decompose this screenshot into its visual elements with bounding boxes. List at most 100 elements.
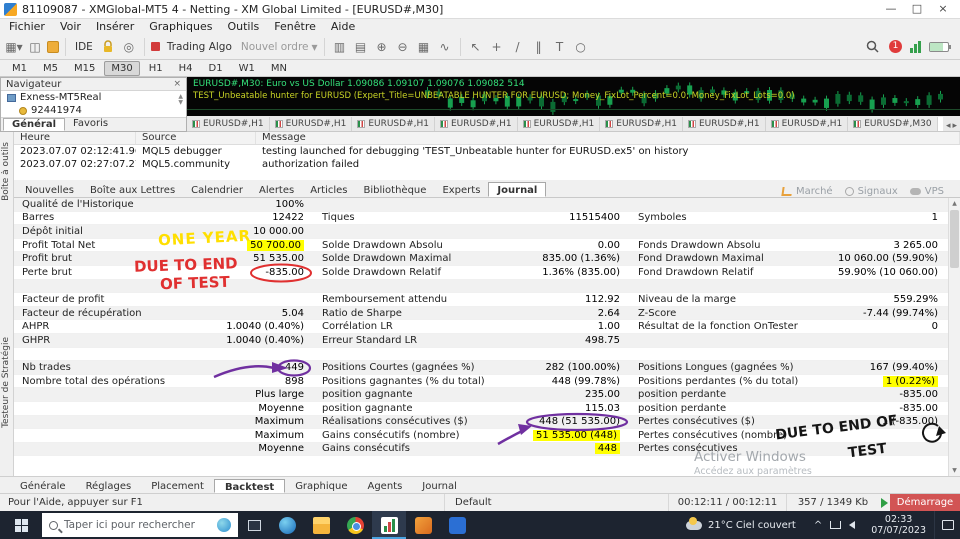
crosshair-icon[interactable]: + (488, 38, 506, 56)
new-order-button[interactable]: Nouvel ordre ▾ (238, 38, 318, 56)
scroll-left-icon[interactable]: ◂ (946, 121, 951, 131)
cascade-windows-icon[interactable]: ▤ (352, 38, 370, 56)
scroll-down-icon[interactable]: ▼ (949, 467, 960, 474)
strategy-tester-side-tab[interactable]: Testeur de Stratégie (1, 337, 11, 428)
chart-window-icon[interactable]: ◫ (26, 38, 44, 56)
chart-tab[interactable]: EURUSD#,H1 (352, 117, 435, 131)
tester-tab[interactable]: Backtest (213, 479, 286, 493)
toolbox-tab[interactable]: Articles (302, 183, 355, 197)
action-center-button[interactable] (934, 511, 960, 539)
toolbox-tab[interactable]: Calendrier (183, 183, 251, 197)
chart-area[interactable]: EURUSD#,M30: Euro vs US Dollar 1.09086 1… (187, 77, 960, 116)
timeframe-mn[interactable]: MN (264, 61, 294, 76)
menu-item[interactable]: Insérer (96, 20, 134, 33)
lock-icon[interactable] (99, 38, 117, 56)
tester-tab[interactable]: Réglages (76, 479, 142, 493)
ide-button[interactable]: IDE (72, 41, 96, 53)
text-tool-icon[interactable]: T (551, 38, 569, 56)
toolbox-tab[interactable]: Journal (488, 182, 547, 197)
new-chart-icon[interactable]: ▦▾ (5, 38, 23, 56)
chart-tab[interactable]: EURUSD#,H1 (270, 117, 353, 131)
minimize-button[interactable]: — (878, 1, 904, 18)
toolbox-tab[interactable]: Alertes (251, 183, 302, 197)
volume-icon[interactable] (849, 521, 856, 529)
start-button[interactable] (0, 511, 42, 539)
scroll-up-icon[interactable]: ▲ (949, 200, 960, 207)
maximize-button[interactable]: □ (904, 1, 930, 18)
report-scrollbar[interactable]: ▲ ▼ (948, 198, 960, 476)
menu-item[interactable]: Fichier (9, 20, 45, 33)
timeframe-m15[interactable]: M15 (67, 61, 102, 76)
algo-trading-button[interactable]: Trading Algo (150, 38, 235, 56)
taskbar-search[interactable]: Taper ici pour rechercher (42, 513, 238, 537)
taskbar-clock[interactable]: 02:33 07/07/2023 (863, 514, 934, 536)
chart-tab[interactable]: EURUSD#,H1 (683, 117, 766, 131)
zoom-in-icon[interactable]: ⊕ (373, 38, 391, 56)
tester-tab[interactable]: Générale (10, 479, 76, 493)
chrome-button[interactable] (338, 511, 372, 539)
menu-item[interactable]: Voir (60, 20, 81, 33)
task-view-button[interactable] (238, 511, 270, 539)
channel-icon[interactable]: ‖ (530, 38, 548, 56)
chart-tab[interactable]: EURUSD#,H1 (766, 117, 849, 131)
link-charts-icon[interactable]: ◎ (120, 38, 138, 56)
start-test-button[interactable]: Démarrage (890, 494, 960, 511)
journal-row[interactable]: 2023.07.07 02:12:41.969 MQL5 debugger test… (14, 145, 960, 158)
navigator-tab[interactable]: Général (3, 118, 65, 131)
cursor-icon[interactable]: ↖ (467, 38, 485, 56)
tester-tab[interactable]: Graphique (285, 479, 357, 493)
market-button[interactable]: Marché (781, 186, 833, 197)
scrollbar-thumb[interactable] (950, 210, 959, 268)
profiles-icon[interactable] (47, 40, 59, 53)
close-button[interactable]: × (930, 1, 956, 18)
tester-tab[interactable]: Placement (141, 479, 214, 493)
timeframe-d1[interactable]: D1 (202, 61, 230, 76)
profile-selector[interactable]: Default (445, 494, 669, 511)
toolbox-tab[interactable]: Experts (434, 183, 488, 197)
network-icon[interactable] (830, 521, 842, 529)
navigator-login-item[interactable]: 92441974 (1, 104, 186, 117)
shapes-icon[interactable]: ○ (572, 38, 590, 56)
timeframe-w1[interactable]: W1 (232, 61, 262, 76)
indicators-icon[interactable]: ∿ (436, 38, 454, 56)
vps-button[interactable]: VPS (909, 186, 944, 197)
search-icon[interactable] (863, 38, 881, 56)
grid-icon[interactable]: ▦ (415, 38, 433, 56)
journal-row[interactable]: 2023.07.07 02:27:07.278 MQL5.community aut… (14, 158, 960, 171)
navigator-close-icon[interactable]: × (173, 79, 181, 89)
navigator-scroll-arrows[interactable]: ▲ ▼ (178, 94, 183, 106)
trendline-icon[interactable]: / (509, 38, 527, 56)
timeframe-h1[interactable]: H1 (142, 61, 170, 76)
timeframe-m1[interactable]: M1 (5, 61, 34, 76)
tray-expand-icon[interactable]: ^ (814, 520, 822, 531)
toolbox-tab[interactable]: Nouvelles (17, 183, 82, 197)
tile-windows-icon[interactable]: ▥ (331, 38, 349, 56)
toolbox-tab[interactable]: Bibliothèque (356, 183, 435, 197)
tester-tab[interactable]: Journal (412, 479, 467, 493)
scroll-right-icon[interactable]: ▸ (952, 121, 957, 131)
navigator-account-item[interactable]: Exness-MT5Real (1, 91, 186, 104)
timeframe-m30[interactable]: M30 (104, 60, 140, 76)
navigator-tab[interactable]: Favoris (65, 118, 116, 131)
menu-item[interactable]: Graphiques (149, 20, 212, 33)
notification-badge[interactable]: 1 (889, 40, 902, 53)
timeframe-m5[interactable]: M5 (36, 61, 65, 76)
file-explorer-button[interactable] (304, 511, 338, 539)
scroll-down-icon[interactable]: ▼ (178, 100, 183, 106)
tester-tab[interactable]: Agents (357, 479, 412, 493)
chart-tab[interactable]: EURUSD#,H1 (435, 117, 518, 131)
mt5-app-button[interactable] (372, 511, 406, 539)
browser-app-button[interactable] (270, 511, 304, 539)
chart-tab[interactable]: EURUSD#,H1 (518, 117, 601, 131)
toolbox-side-tab[interactable]: Boîte à outils (1, 142, 11, 201)
zoom-out-icon[interactable]: ⊖ (394, 38, 412, 56)
chart-app-button[interactable] (406, 511, 440, 539)
blue-app-button[interactable] (440, 511, 474, 539)
menu-item[interactable]: Outils (227, 20, 259, 33)
signals-button[interactable]: Signaux (844, 186, 898, 197)
toolbox-tab[interactable]: Boîte aux Lettres (82, 183, 183, 197)
chart-tab[interactable]: EURUSD#,M30 (848, 117, 938, 131)
chart-tab[interactable]: EURUSD#,H1 (600, 117, 683, 131)
menu-item[interactable]: Aide (331, 20, 355, 33)
menu-item[interactable]: Fenêtre (274, 20, 316, 33)
